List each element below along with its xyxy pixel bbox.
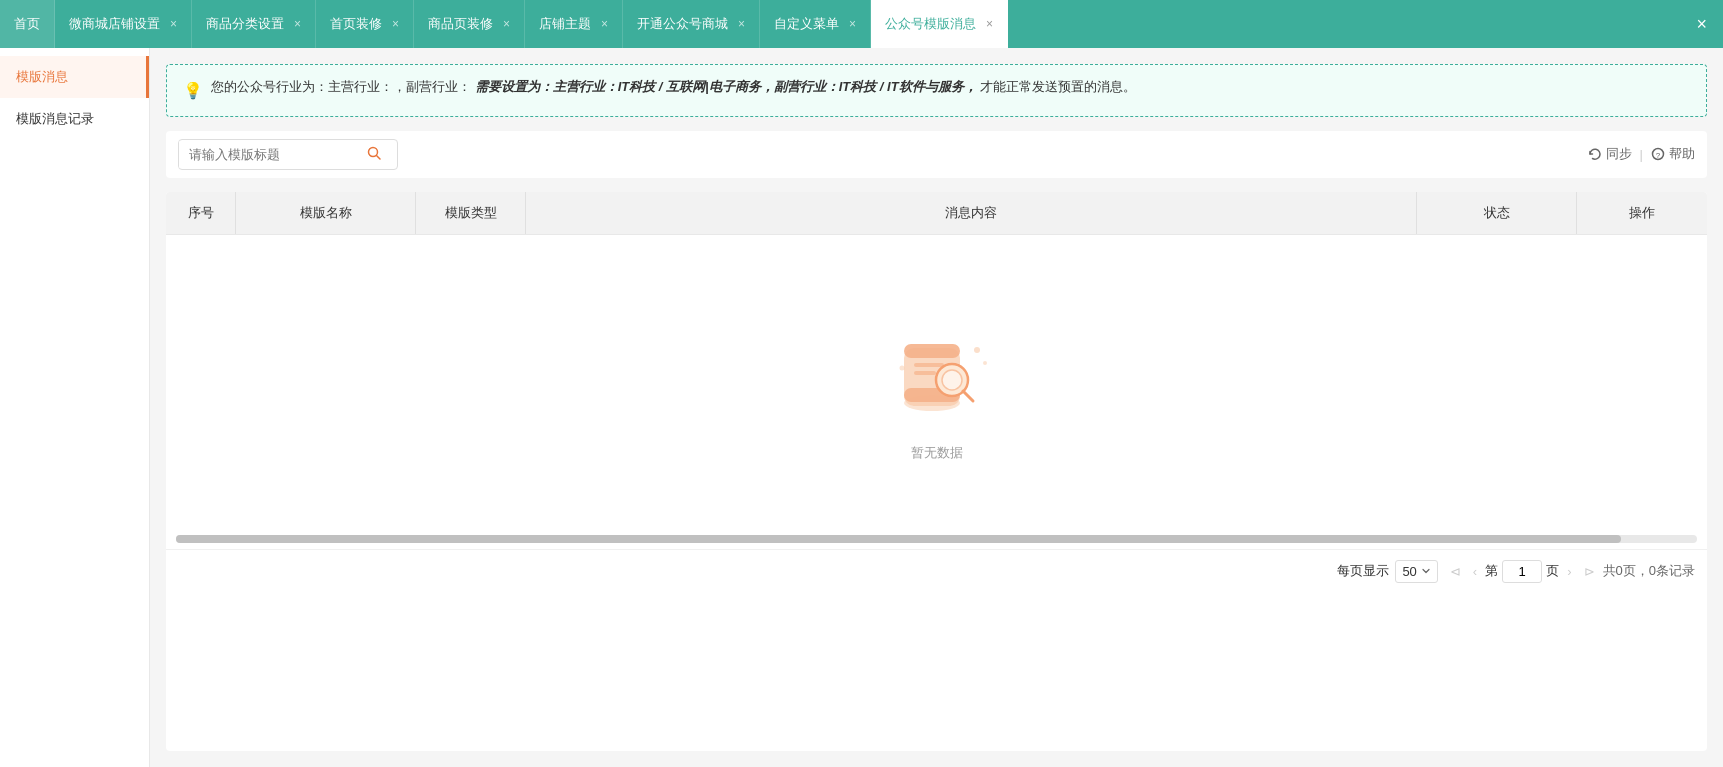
th-action: 操作 <box>1577 192 1707 234</box>
empty-state: 暂无数据 <box>166 235 1707 535</box>
sidebar-item-template-msg-label: 模版消息 <box>16 69 68 84</box>
next-page-button[interactable]: › <box>1563 562 1575 581</box>
close-icon[interactable]: × <box>392 17 399 31</box>
svg-line-1 <box>377 155 381 159</box>
nav-tab-product-category[interactable]: 商品分类设置 × <box>192 0 316 48</box>
per-page-dropdown[interactable]: 50 <box>1395 560 1437 583</box>
notice-highlight: 需要设置为：主营行业：IT科技 / 互联网|电子商务，副营行业：IT科技 / I… <box>475 79 977 94</box>
svg-point-11 <box>942 370 962 390</box>
th-name: 模版名称 <box>236 192 416 234</box>
nav-tab-template-msg-label: 公众号模版消息 <box>885 15 976 33</box>
nav-tab-product-decor-label: 商品页装修 <box>428 15 493 33</box>
horizontal-scrollbar[interactable] <box>176 535 1697 543</box>
svg-text:?: ? <box>1656 151 1661 160</box>
nav-tab-shop-theme[interactable]: 店铺主题 × <box>525 0 623 48</box>
nav-tab-custom-menu-label: 自定义菜单 <box>774 15 839 33</box>
per-page-label: 每页显示 <box>1337 562 1389 580</box>
divider: | <box>1640 147 1643 162</box>
close-icon[interactable]: × <box>601 17 608 31</box>
svg-rect-8 <box>914 363 944 367</box>
help-icon: ? <box>1651 147 1665 161</box>
per-page-select: 每页显示 50 <box>1337 560 1437 583</box>
svg-line-12 <box>963 391 973 401</box>
nav-tab-shop-settings-label: 微商城店铺设置 <box>69 15 160 33</box>
nav-tab-home-decor[interactable]: 首页装修 × <box>316 0 414 48</box>
first-page-button[interactable]: ⊲ <box>1446 562 1465 581</box>
page-nav: ⊲ ‹ 第 页 › ⊳ 共0页，0条记录 <box>1446 560 1695 583</box>
search-button[interactable] <box>359 140 389 169</box>
close-icon[interactable]: × <box>294 17 301 31</box>
th-type: 模版类型 <box>416 192 526 234</box>
svg-rect-6 <box>904 344 960 358</box>
toolbar: 同步 | ? 帮助 <box>166 131 1707 178</box>
close-icon[interactable]: × <box>503 17 510 31</box>
nav-tab-open-mall-label: 开通公众号商城 <box>637 15 728 33</box>
th-seq: 序号 <box>166 192 236 234</box>
help-button[interactable]: ? 帮助 <box>1651 145 1695 163</box>
close-icon[interactable]: × <box>986 17 993 31</box>
top-nav: 首页 微商城店铺设置 × 商品分类设置 × 首页装修 × 商品页装修 × 店铺主… <box>0 0 1723 48</box>
close-icon[interactable]: × <box>849 17 856 31</box>
nav-tab-template-msg[interactable]: 公众号模版消息 × <box>871 0 1008 48</box>
prev-page-button[interactable]: ‹ <box>1469 562 1481 581</box>
toolbar-right: 同步 | ? 帮助 <box>1588 145 1695 163</box>
sidebar-item-template-msg-record[interactable]: 模版消息记录 <box>0 98 149 140</box>
last-page-button[interactable]: ⊳ <box>1580 562 1599 581</box>
svg-rect-9 <box>914 371 936 375</box>
close-all-button[interactable]: × <box>1680 0 1723 48</box>
search-area <box>178 139 398 170</box>
sync-button[interactable]: 同步 <box>1588 145 1632 163</box>
refresh-icon <box>1588 147 1602 161</box>
nav-tab-home-decor-label: 首页装修 <box>330 15 382 33</box>
help-label: 帮助 <box>1669 145 1695 163</box>
page-label-after: 页 <box>1546 562 1559 580</box>
nav-tab-product-decor[interactable]: 商品页装修 × <box>414 0 525 48</box>
page-total: 共0页，0条记录 <box>1603 562 1695 580</box>
page-label-before: 第 <box>1485 562 1498 580</box>
nav-tab-home[interactable]: 首页 <box>0 0 55 48</box>
nav-tab-custom-menu[interactable]: 自定义菜单 × <box>760 0 871 48</box>
close-icon[interactable]: × <box>170 17 177 31</box>
sidebar-item-template-msg-record-label: 模版消息记录 <box>16 111 94 126</box>
content-area: 💡 您的公众号行业为：主营行业：，副营行业： 需要设置为：主营行业：IT科技 /… <box>150 48 1723 767</box>
empty-text: 暂无数据 <box>911 444 963 462</box>
empty-illustration <box>877 308 997 428</box>
current-page-input[interactable] <box>1502 560 1542 583</box>
nav-tab-product-category-label: 商品分类设置 <box>206 15 284 33</box>
main-layout: 模版消息 模版消息记录 💡 您的公众号行业为：主营行业：，副营行业： 需要设置为… <box>0 48 1723 767</box>
search-icon <box>367 146 381 160</box>
per-page-value: 50 <box>1402 564 1416 579</box>
chevron-down-icon <box>1421 566 1431 576</box>
svg-point-14 <box>983 361 987 365</box>
pagination: 每页显示 50 ⊲ ‹ 第 页 › ⊳ 共0页，0条 <box>166 549 1707 593</box>
table-header: 序号 模版名称 模版类型 消息内容 状态 操作 <box>166 192 1707 235</box>
nav-tab-home-label: 首页 <box>14 15 40 33</box>
nav-tab-open-mall[interactable]: 开通公众号商城 × <box>623 0 760 48</box>
search-input[interactable] <box>179 141 359 168</box>
scrollbar-thumb <box>176 535 1621 543</box>
notice-box: 💡 您的公众号行业为：主营行业：，副营行业： 需要设置为：主营行业：IT科技 /… <box>166 64 1707 117</box>
svg-point-13 <box>974 347 980 353</box>
sidebar: 模版消息 模版消息记录 <box>0 48 150 767</box>
th-status: 状态 <box>1417 192 1577 234</box>
nav-tab-shop-settings[interactable]: 微商城店铺设置 × <box>55 0 192 48</box>
nav-tab-shop-theme-label: 店铺主题 <box>539 15 591 33</box>
sync-label: 同步 <box>1606 145 1632 163</box>
th-content: 消息内容 <box>526 192 1417 234</box>
svg-point-15 <box>899 365 904 370</box>
close-icon[interactable]: × <box>738 17 745 31</box>
sidebar-item-template-msg[interactable]: 模版消息 <box>0 56 149 98</box>
bulb-icon: 💡 <box>183 78 203 104</box>
notice-text: 您的公众号行业为：主营行业：，副营行业： 需要设置为：主营行业：IT科技 / 互… <box>211 77 1136 98</box>
table-wrapper: 序号 模版名称 模版类型 消息内容 状态 操作 <box>166 192 1707 751</box>
